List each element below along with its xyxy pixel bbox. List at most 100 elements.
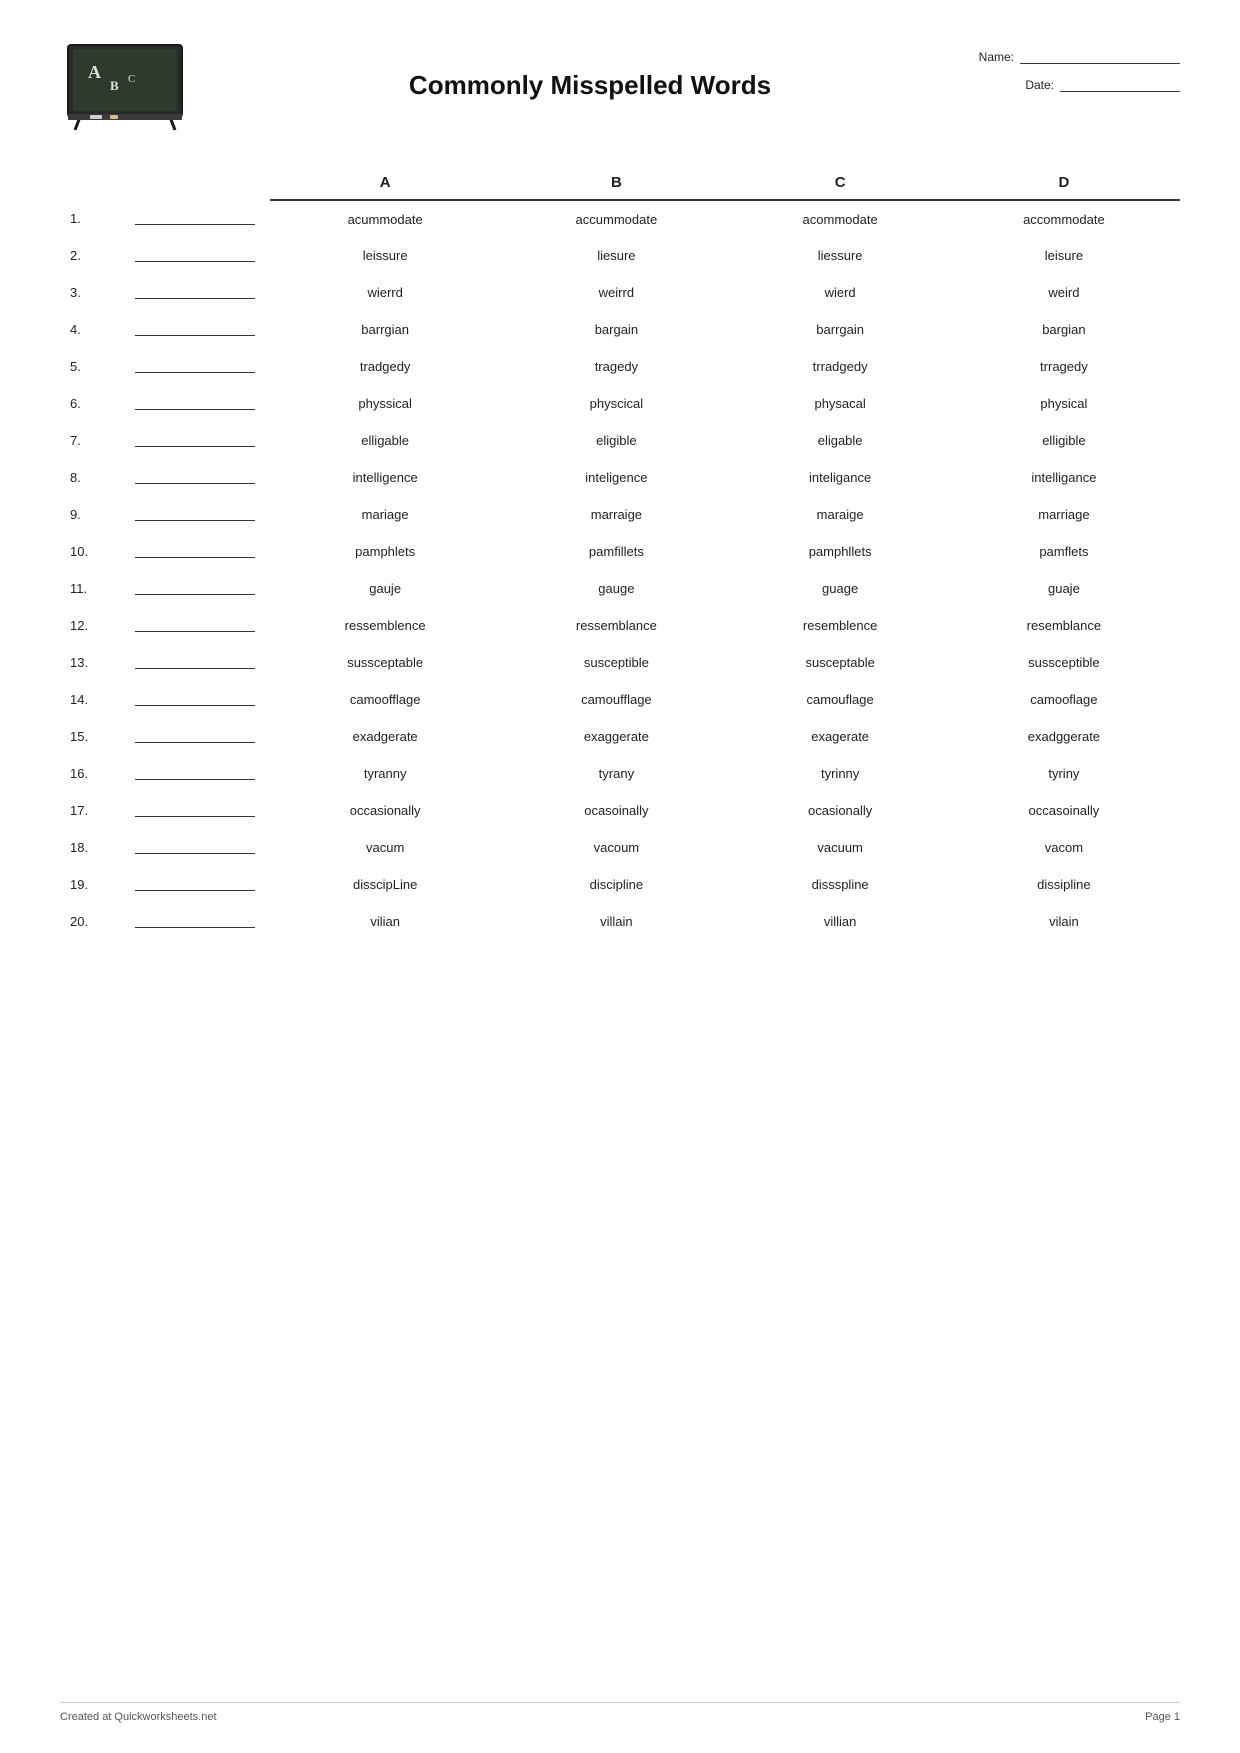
answer-blank xyxy=(135,320,255,336)
cell-c: pamphllets xyxy=(732,533,947,570)
cell-d: intelligance xyxy=(948,459,1180,496)
name-date-area: Name: Date: xyxy=(960,40,1180,106)
table-row: 9.mariagemarraigemaraigemarriage xyxy=(60,496,1180,533)
cell-d: vilain xyxy=(948,903,1180,940)
cell-a: pamphlets xyxy=(270,533,500,570)
cell-a: exadgerate xyxy=(270,718,500,755)
cell-d: sussceptible xyxy=(948,644,1180,681)
cell-c: wierd xyxy=(732,274,947,311)
table-row: 2.leissureliesureliessureleisure xyxy=(60,237,1180,274)
cell-a: vacum xyxy=(270,829,500,866)
cell-d: marriage xyxy=(948,496,1180,533)
cell-c: maraige xyxy=(732,496,947,533)
cell-a: sussceptable xyxy=(270,644,500,681)
cell-a: wierrd xyxy=(270,274,500,311)
table-row: 14.camoofflagecamoufflagecamouflagecamoo… xyxy=(60,681,1180,718)
cell-c: camouflage xyxy=(732,681,947,718)
answer-blank xyxy=(135,357,255,373)
row-number: 18. xyxy=(60,829,120,866)
table-row: 19.disscipLinedisciplinedisssplinedissip… xyxy=(60,866,1180,903)
cell-a: intelligence xyxy=(270,459,500,496)
cell-d: bargian xyxy=(948,311,1180,348)
answer-blank xyxy=(135,579,255,595)
cell-d: leisure xyxy=(948,237,1180,274)
cell-c: guage xyxy=(732,570,947,607)
col-a: A xyxy=(270,168,500,200)
cell-c: liessure xyxy=(732,237,947,274)
answer-cell xyxy=(120,385,270,422)
answer-blank xyxy=(135,912,255,928)
row-number: 13. xyxy=(60,644,120,681)
answer-cell xyxy=(120,755,270,792)
cell-b: villain xyxy=(500,903,732,940)
row-number: 12. xyxy=(60,607,120,644)
answer-blank xyxy=(135,283,255,299)
cell-d: accommodate xyxy=(948,200,1180,237)
row-number: 15. xyxy=(60,718,120,755)
answer-cell xyxy=(120,644,270,681)
cell-b: ocasoinally xyxy=(500,792,732,829)
page: A B C Commonly Misspelled Words Na xyxy=(0,0,1240,1753)
answer-cell xyxy=(120,237,270,274)
table-row: 8.intelligenceinteligenceinteliganceinte… xyxy=(60,459,1180,496)
col-num xyxy=(60,168,120,200)
cell-d: camooflage xyxy=(948,681,1180,718)
cell-d: tyriny xyxy=(948,755,1180,792)
row-number: 9. xyxy=(60,496,120,533)
row-number: 11. xyxy=(60,570,120,607)
row-number: 10. xyxy=(60,533,120,570)
logo-area: A B C xyxy=(60,40,220,138)
cell-b: ressemblance xyxy=(500,607,732,644)
cell-c: villian xyxy=(732,903,947,940)
answer-blank xyxy=(135,431,255,447)
table-row: 1.acummodateaccummodateacommodateaccommo… xyxy=(60,200,1180,237)
answer-cell xyxy=(120,718,270,755)
answer-cell xyxy=(120,792,270,829)
cell-d: physical xyxy=(948,385,1180,422)
cell-a: occasionally xyxy=(270,792,500,829)
row-number: 16. xyxy=(60,755,120,792)
table-row: 15.exadgerateexaggerateexagerateexadgger… xyxy=(60,718,1180,755)
cell-d: vacom xyxy=(948,829,1180,866)
cell-b: liesure xyxy=(500,237,732,274)
cell-b: tragedy xyxy=(500,348,732,385)
answer-cell xyxy=(120,311,270,348)
cell-a: mariage xyxy=(270,496,500,533)
cell-c: barrgain xyxy=(732,311,947,348)
col-answer xyxy=(120,168,270,200)
cell-c: exagerate xyxy=(732,718,947,755)
cell-d: weird xyxy=(948,274,1180,311)
answer-cell xyxy=(120,533,270,570)
answer-cell xyxy=(120,570,270,607)
cell-a: gauje xyxy=(270,570,500,607)
svg-text:A: A xyxy=(88,62,101,82)
row-number: 4. xyxy=(60,311,120,348)
cell-a: acummodate xyxy=(270,200,500,237)
answer-blank xyxy=(135,394,255,410)
cell-b: inteligence xyxy=(500,459,732,496)
footer: Created at Quickworksheets.net Page 1 xyxy=(60,1702,1180,1723)
cell-b: gauge xyxy=(500,570,732,607)
date-label: Date: xyxy=(1025,78,1054,92)
row-number: 6. xyxy=(60,385,120,422)
date-underline xyxy=(1060,78,1180,92)
answer-cell xyxy=(120,348,270,385)
cell-a: leissure xyxy=(270,237,500,274)
row-number: 14. xyxy=(60,681,120,718)
cell-d: resemblance xyxy=(948,607,1180,644)
cell-a: tyranny xyxy=(270,755,500,792)
cell-a: vilian xyxy=(270,903,500,940)
table-row: 10.pamphletspamfilletspamphlletspamflets xyxy=(60,533,1180,570)
answer-cell xyxy=(120,200,270,237)
answer-blank xyxy=(135,690,255,706)
answer-blank xyxy=(135,875,255,891)
cell-a: elligable xyxy=(270,422,500,459)
cell-d: pamflets xyxy=(948,533,1180,570)
svg-text:C: C xyxy=(128,73,135,85)
cell-c: dissspline xyxy=(732,866,947,903)
cell-a: camoofflage xyxy=(270,681,500,718)
answer-cell xyxy=(120,866,270,903)
date-line: Date: xyxy=(1025,78,1180,92)
answer-blank xyxy=(135,246,255,262)
page-title: Commonly Misspelled Words xyxy=(220,70,960,101)
